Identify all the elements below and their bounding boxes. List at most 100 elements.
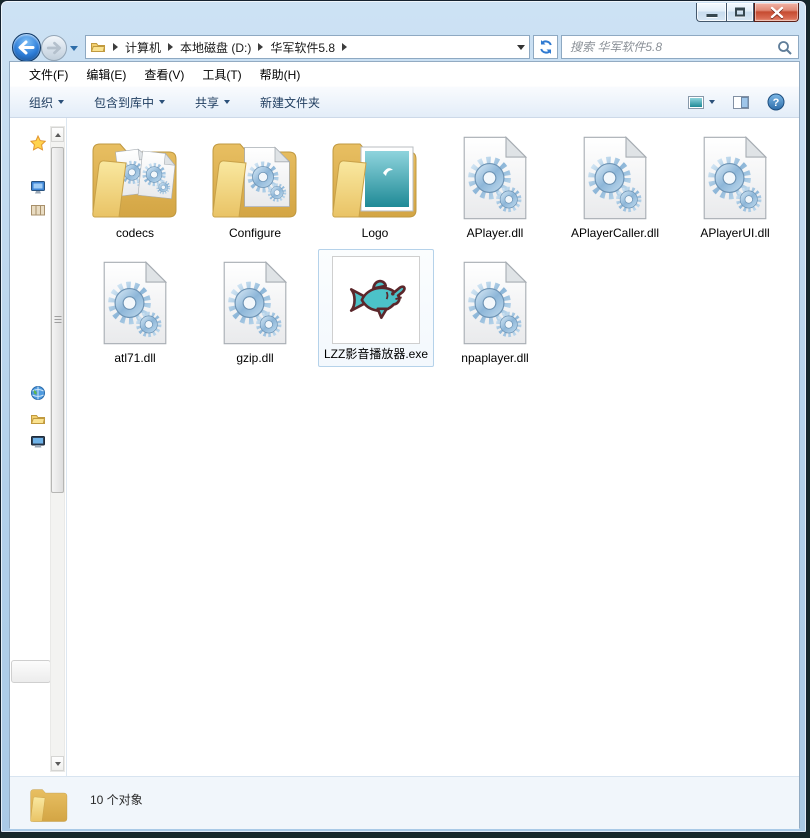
file-tile-lzz-player-exe[interactable]: LZZ影音播放器.exe (318, 249, 434, 367)
back-arrow-icon (18, 40, 35, 55)
file-tile-codecs[interactable]: codecs (75, 127, 195, 241)
file-tile-logo[interactable]: Logo (315, 127, 435, 241)
include-in-library-button[interactable]: 包含到库中 (85, 90, 174, 115)
menu-edit[interactable]: 编辑(E) (77, 63, 135, 86)
navigation-pane (10, 118, 67, 776)
file-name: npaplayer.dll (461, 351, 529, 365)
file-tile-npaplayer-dll[interactable]: npaplayer.dll (435, 252, 555, 366)
desktop-icon[interactable] (30, 179, 46, 195)
forward-arrow-icon (46, 41, 62, 55)
scrollbar-grip (54, 316, 61, 324)
desktop-background: 计算机 本地磁盘 (D:) 华军软件5.8 文件(F) 编辑(E) 查看(V) … (0, 0, 810, 838)
views-icon (688, 95, 704, 109)
share-button[interactable]: 共享 (186, 90, 239, 115)
gears-document-icon (462, 252, 528, 348)
close-button[interactable] (754, 3, 799, 22)
file-name: atl71.dll (114, 351, 156, 365)
menu-tools[interactable]: 工具(T) (193, 63, 250, 86)
nav-pane-scrollbar[interactable] (50, 126, 65, 772)
favorites-star-icon[interactable] (30, 135, 46, 151)
gears-document-icon (102, 252, 168, 348)
item-count: 10 个对象 (90, 793, 143, 807)
triangle-up-icon (54, 132, 61, 137)
breadcrumb-local-disk-d[interactable]: 本地磁盘 (D:) (180, 39, 251, 56)
recent-pages-dropdown[interactable] (70, 46, 78, 51)
folder-icon[interactable] (30, 411, 46, 427)
menu-file[interactable]: 文件(F) (20, 63, 77, 86)
gears-document-icon (702, 127, 768, 223)
minimize-icon (706, 14, 717, 17)
file-tile-aplayercaller-dll[interactable]: APlayerCaller.dll (555, 127, 675, 241)
client-area: 文件(F) 编辑(E) 查看(V) 工具(T) 帮助(H) 组织 包含到库中 共… (9, 61, 800, 829)
main-area: codecs Configure Logo APlayer.dll APlaye… (10, 118, 799, 776)
file-tile-gzip-dll[interactable]: gzip.dll (195, 252, 315, 366)
libraries-icon[interactable] (30, 202, 46, 218)
file-name: codecs (115, 226, 155, 240)
refresh-button[interactable] (533, 35, 558, 59)
new-folder-button[interactable]: 新建文件夹 (251, 90, 329, 115)
file-name: LZZ影音播放器.exe (323, 347, 429, 361)
breadcrumb-separator (168, 43, 174, 51)
folder-icon (28, 782, 70, 826)
gears-document-icon (222, 252, 288, 348)
scroll-down-button[interactable] (51, 756, 64, 771)
organize-button[interactable]: 组织 (20, 90, 73, 115)
preview-pane-button[interactable] (729, 92, 753, 113)
file-tile-aplayerui-dll[interactable]: APlayerUI.dll (675, 127, 795, 241)
file-tile-configure[interactable]: Configure (195, 127, 315, 241)
scroll-up-button[interactable] (51, 127, 64, 142)
triangle-down-icon (54, 761, 61, 766)
folder-with-gear-document-icon (207, 127, 303, 223)
forward-button[interactable] (41, 35, 67, 61)
search-input[interactable] (562, 36, 798, 58)
file-tile-aplayer-dll[interactable]: APlayer.dll (435, 127, 555, 241)
gears-document-icon (582, 127, 648, 223)
scrollbar-thumb[interactable] (51, 147, 64, 493)
computer-icon[interactable] (30, 434, 46, 450)
help-button[interactable]: ? (763, 90, 789, 114)
file-name: gzip.dll (236, 351, 274, 365)
change-view-button[interactable] (684, 92, 719, 113)
maximize-icon (735, 7, 745, 17)
share-label: 共享 (195, 95, 220, 110)
menu-view[interactable]: 查看(V) (135, 63, 193, 86)
breadcrumb-separator (113, 43, 118, 51)
minimize-button[interactable] (696, 3, 726, 22)
include-in-library-label: 包含到库中 (94, 95, 155, 110)
svg-text:?: ? (773, 97, 780, 109)
nav-pane-item-highlight[interactable] (11, 660, 51, 683)
command-bar: 组织 包含到库中 共享 新建文件夹 ? (10, 86, 799, 118)
menu-bar: 文件(F) 编辑(E) 查看(V) 工具(T) 帮助(H) (10, 62, 799, 86)
chevron-down-icon (159, 100, 166, 104)
breadcrumb-separator (258, 43, 264, 51)
folder-with-photo-icon (327, 127, 423, 223)
address-bar[interactable]: 计算机 本地磁盘 (D:) 华军软件5.8 (85, 35, 530, 59)
window-controls (696, 3, 799, 22)
breadcrumb-current-folder[interactable]: 华军软件5.8 (270, 39, 335, 56)
file-name: APlayer.dll (466, 226, 524, 240)
file-name: APlayerCaller.dll (570, 226, 660, 240)
file-name: Configure (228, 226, 282, 240)
network-icon[interactable] (30, 385, 46, 401)
gears-document-icon (462, 127, 528, 223)
breadcrumb-separator (342, 43, 348, 51)
new-folder-label: 新建文件夹 (260, 95, 321, 110)
refresh-icon (538, 39, 554, 55)
chevron-down-icon (224, 100, 231, 104)
file-tile-atl71-dll[interactable]: atl71.dll (75, 252, 195, 366)
address-folder-icon (90, 39, 106, 55)
preview-pane-icon (733, 95, 749, 109)
chevron-down-icon (58, 100, 65, 104)
folder-with-gear-documents-icon (87, 127, 183, 223)
file-name: APlayerUI.dll (700, 226, 770, 240)
address-dropdown-arrow[interactable] (517, 44, 525, 50)
search-icon[interactable] (777, 40, 793, 56)
maximize-button[interactable] (726, 3, 754, 22)
close-icon (770, 6, 784, 19)
chevron-down-icon (709, 100, 715, 104)
breadcrumb-computer[interactable]: 计算机 (125, 39, 161, 56)
organize-label: 组织 (29, 95, 54, 110)
explorer-window: 计算机 本地磁盘 (D:) 华军软件5.8 文件(F) 编辑(E) 查看(V) … (0, 0, 807, 833)
menu-help[interactable]: 帮助(H) (251, 63, 310, 86)
back-button[interactable] (12, 33, 41, 62)
